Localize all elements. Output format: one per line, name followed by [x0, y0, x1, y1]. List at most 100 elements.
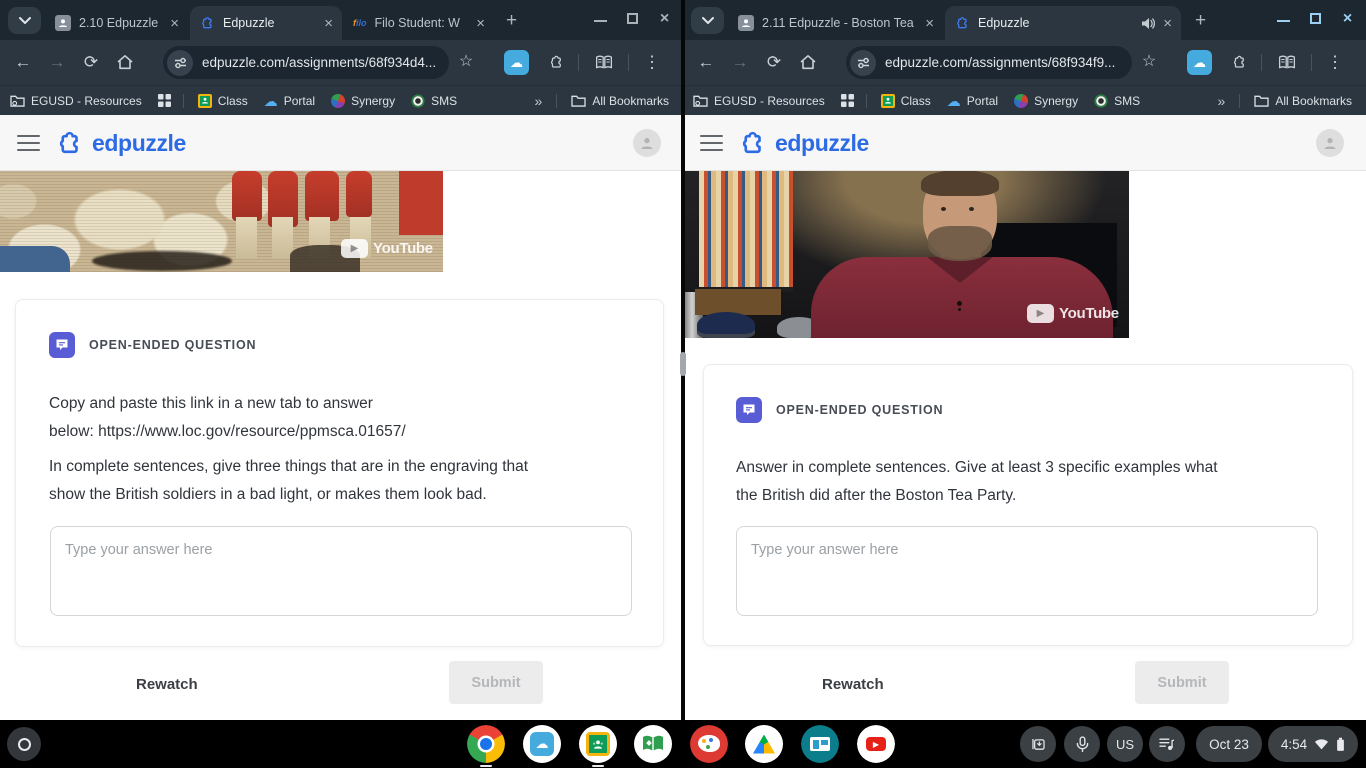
- reading-list-icon[interactable]: [1278, 55, 1296, 70]
- bookmarks-divider: [865, 93, 867, 108]
- answer-input[interactable]: [736, 526, 1318, 616]
- tab-search-caret-button[interactable]: [691, 7, 724, 34]
- bookmarks-overflow-chevron[interactable]: »: [1218, 93, 1226, 109]
- portal-app[interactable]: ☁: [523, 725, 561, 763]
- browser-menu-kebab-icon[interactable]: ⋮: [1327, 54, 1344, 71]
- all-bookmarks-folder[interactable]: All Bookmarks: [1254, 94, 1352, 108]
- google-drive-icon: [753, 734, 775, 754]
- youtube-play-icon: ▶: [341, 239, 368, 258]
- video-player[interactable]: ▶ YouTube: [683, 171, 1129, 338]
- menu-hamburger-icon[interactable]: [17, 135, 40, 152]
- browser-menu-kebab-icon[interactable]: ⋮: [644, 54, 661, 71]
- tab-title: 2.10 Edpuzzle -: [79, 16, 163, 30]
- tab-audio-icon[interactable]: [1141, 17, 1156, 30]
- split-view-resize-handle[interactable]: [680, 352, 686, 376]
- bookmark-synergy[interactable]: Synergy: [331, 93, 395, 108]
- back-button[interactable]: ←: [15, 54, 32, 71]
- back-button[interactable]: ←: [698, 54, 715, 71]
- youtube-watermark[interactable]: ▶ YouTube: [341, 239, 433, 258]
- youtube-watermark[interactable]: ▶ YouTube: [1027, 304, 1119, 323]
- answer-input[interactable]: [50, 526, 632, 616]
- menu-hamburger-icon[interactable]: [700, 135, 723, 152]
- screen-capture-tray-button[interactable]: [1020, 726, 1056, 762]
- bookmark-star-icon[interactable]: ☆: [1142, 54, 1156, 70]
- bookmark-apps-grid-icon[interactable]: [157, 94, 171, 107]
- media-card-app[interactable]: [801, 725, 839, 763]
- extensions-puzzle-icon[interactable]: [1231, 54, 1248, 71]
- new-tab-button[interactable]: +: [506, 11, 517, 30]
- tab-211-edpuzzle[interactable]: 2.11 Edpuzzle - Boston Tea Pa ×: [729, 6, 943, 40]
- site-info-icon[interactable]: [167, 49, 193, 76]
- securly-extension-icon[interactable]: ☁: [504, 50, 529, 75]
- bookmarks-overflow-chevron[interactable]: »: [535, 93, 543, 109]
- bookmark-sms[interactable]: SMS: [1094, 93, 1140, 108]
- bookmark-folder-egusd[interactable]: EGUSD - Resources: [693, 94, 825, 108]
- address-bar[interactable]: edpuzzle.com/assignments/68f934f9...: [846, 46, 1132, 79]
- rewatch-button[interactable]: Rewatch: [822, 676, 884, 693]
- home-button[interactable]: [117, 54, 134, 70]
- chrome-app[interactable]: [467, 725, 505, 763]
- bookmark-synergy[interactable]: Synergy: [1014, 93, 1078, 108]
- new-tab-button[interactable]: +: [1195, 11, 1206, 30]
- toolbar-divider: [578, 54, 579, 71]
- tab-close-icon[interactable]: ×: [925, 16, 934, 31]
- avatar[interactable]: [633, 129, 661, 157]
- bookmark-star-icon[interactable]: ☆: [459, 54, 473, 70]
- bookmark-class[interactable]: Class: [880, 93, 931, 108]
- maximize-button[interactable]: [626, 12, 639, 25]
- bookmark-apps-grid-icon[interactable]: [840, 94, 854, 107]
- tab-filo-student[interactable]: filo Filo Student: W ×: [344, 6, 494, 40]
- reading-list-icon[interactable]: [595, 55, 613, 70]
- submit-button[interactable]: Submit: [1135, 661, 1229, 704]
- reload-button[interactable]: ⟳: [84, 54, 98, 71]
- submit-button[interactable]: Submit: [449, 661, 543, 704]
- site-info-icon[interactable]: [850, 49, 876, 76]
- drive-app[interactable]: [745, 725, 783, 763]
- rewatch-button[interactable]: Rewatch: [136, 676, 198, 693]
- bookmark-class[interactable]: Class: [197, 93, 248, 108]
- tab-close-icon[interactable]: ×: [476, 16, 485, 31]
- video-player[interactable]: ▶ YouTube: [0, 171, 443, 272]
- minimize-button[interactable]: [594, 12, 607, 25]
- tab-edpuzzle-active[interactable]: Edpuzzle ×: [190, 6, 342, 40]
- bookmark-folder-egusd[interactable]: EGUSD - Resources: [10, 94, 142, 108]
- securly-extension-icon[interactable]: ☁: [1187, 50, 1212, 75]
- classroom-app[interactable]: [579, 725, 617, 763]
- media-controls-button[interactable]: [1149, 726, 1185, 762]
- library-book-app[interactable]: [634, 725, 672, 763]
- microphone-tray-button[interactable]: [1064, 726, 1100, 762]
- edpuzzle-logo[interactable]: edpuzzle: [54, 128, 186, 158]
- tab-close-icon[interactable]: ×: [324, 16, 333, 31]
- tab-210-edpuzzle[interactable]: 2.10 Edpuzzle - ×: [46, 6, 188, 40]
- reload-button[interactable]: ⟳: [767, 54, 781, 71]
- tab-close-icon[interactable]: ×: [170, 16, 179, 31]
- youtube-app[interactable]: ▶: [857, 725, 895, 763]
- edpuzzle-logo[interactable]: edpuzzle: [737, 128, 869, 158]
- tab-search-caret-button[interactable]: [8, 7, 41, 34]
- bookmark-portal[interactable]: ☁ Portal: [264, 94, 315, 108]
- window-close-button[interactable]: ×: [1341, 11, 1354, 27]
- window-close-button[interactable]: ×: [658, 11, 671, 27]
- screen-capture-icon: [1031, 738, 1045, 750]
- bookmarks-divider: [1239, 93, 1241, 108]
- address-bar[interactable]: edpuzzle.com/assignments/68f934d4...: [163, 46, 449, 79]
- bookmark-sms[interactable]: SMS: [411, 93, 457, 108]
- status-area[interactable]: 4:54: [1268, 726, 1358, 762]
- bookmarks-divider: [556, 93, 558, 108]
- extensions-puzzle-icon[interactable]: [548, 54, 565, 71]
- calendar-date-button[interactable]: Oct 23: [1196, 726, 1262, 762]
- window-controls: ×: [1277, 11, 1354, 27]
- home-button[interactable]: [800, 54, 817, 70]
- avatar[interactable]: [1316, 129, 1344, 157]
- launcher-button[interactable]: [7, 727, 41, 761]
- tab-edpuzzle-active[interactable]: Edpuzzle ×: [945, 6, 1181, 40]
- keyboard-layout-button[interactable]: US: [1107, 726, 1143, 762]
- maximize-button[interactable]: [1309, 12, 1322, 25]
- art-app[interactable]: [690, 725, 728, 763]
- tab-strip: 2.11 Edpuzzle - Boston Tea Pa × Edpuzzle…: [683, 0, 1366, 40]
- minimize-button[interactable]: [1277, 12, 1290, 25]
- forward-button: →: [48, 52, 66, 72]
- bookmark-portal[interactable]: ☁ Portal: [947, 94, 998, 108]
- tab-close-icon[interactable]: ×: [1163, 16, 1172, 31]
- all-bookmarks-folder[interactable]: All Bookmarks: [571, 94, 669, 108]
